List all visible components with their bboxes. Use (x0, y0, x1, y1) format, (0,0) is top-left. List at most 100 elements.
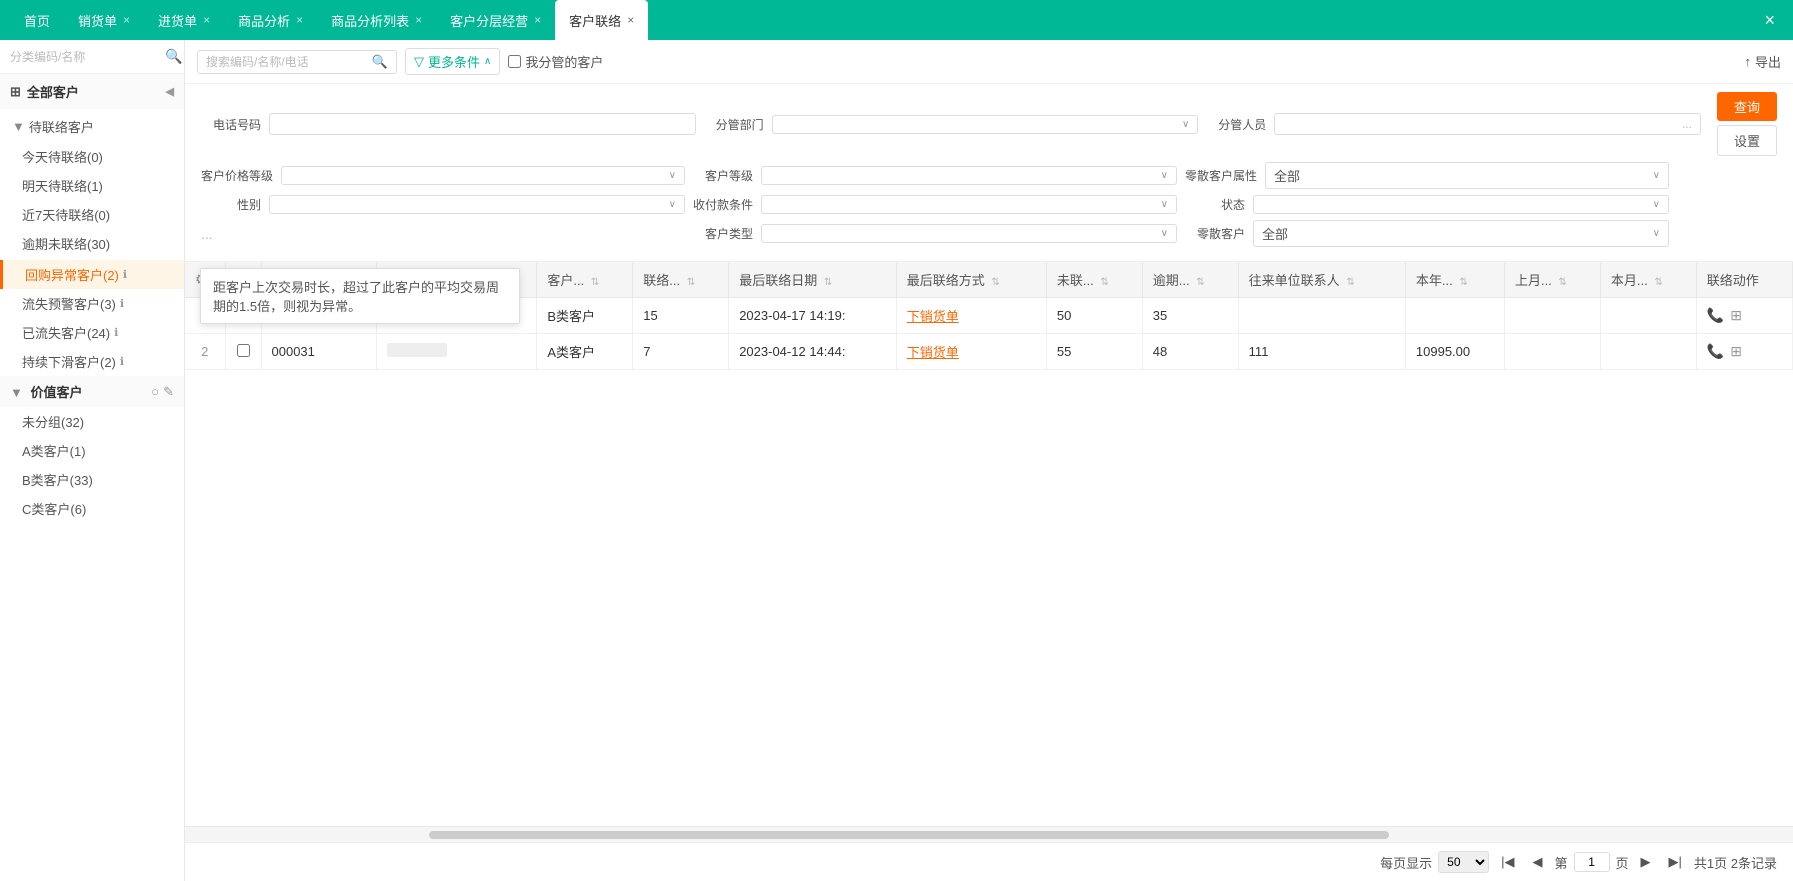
filter-subdept-cell: 分管部门 ∨ (704, 115, 1199, 134)
sidebar-waiting-contact-title[interactable]: ▼ 待联络客户 (0, 111, 184, 142)
filter-retail-customer-cell: 零散客户 全部 ∨ (1185, 220, 1669, 247)
sidebar-item-tomorrow[interactable]: 明天待联络(1) (0, 171, 184, 200)
sidebar-item-lost-risk[interactable]: 流失预警客户(3) ℹ (0, 289, 184, 318)
price-level-select[interactable]: ∨ (281, 166, 685, 185)
sort-last-month-icon[interactable]: ⇅ (1558, 277, 1566, 288)
retail-attr-select[interactable]: 全部 ∨ (1265, 162, 1669, 189)
td-not-contacted-1: 50 (1046, 298, 1142, 334)
method-link-1[interactable]: 下销货单 (907, 309, 959, 324)
filter-status-cell: 状态 ∨ (1185, 195, 1669, 214)
sidebar-item-unclassified[interactable]: 未分组(32) (0, 407, 184, 436)
th-action: 联络动作 (1696, 262, 1792, 298)
search-input[interactable] (206, 55, 372, 69)
filter-customerlevel-cell: 客户等级 ∨ (693, 166, 1177, 185)
action-phone-icon-1[interactable]: 📞 (1707, 307, 1724, 324)
close-customer-contact-icon[interactable]: × (627, 13, 634, 27)
my-customer-checkbox[interactable] (508, 55, 521, 68)
close-product-analysis-icon[interactable]: × (296, 13, 303, 27)
filter-more-dots[interactable]: ... (201, 226, 213, 242)
sidebar-all-customers[interactable]: ⊞ 全部客户 ◀ (0, 74, 184, 109)
next-page-button[interactable]: ▶ (1635, 852, 1657, 872)
status-select[interactable]: ∨ (1253, 195, 1669, 214)
window-close-button[interactable]: × (1756, 10, 1783, 31)
action-contact-icon-1[interactable]: ⊞ (1730, 307, 1742, 324)
nav-product-analysis-list[interactable]: 商品分析列表 × (317, 0, 436, 40)
nav-purchase-order[interactable]: 进货单 × (144, 0, 224, 40)
action-phone-icon-2[interactable]: 📞 (1707, 343, 1724, 360)
sort-not-contacted-icon[interactable]: ⇅ (1100, 277, 1108, 288)
horizontal-scrollbar[interactable] (185, 826, 1793, 842)
row-checkbox-2[interactable] (237, 344, 250, 357)
retail-customer-select[interactable]: 全部 ∨ (1253, 220, 1669, 247)
page-number-input[interactable] (1574, 852, 1610, 872)
sidebar-item-c-class[interactable]: C类客户(6) (0, 494, 184, 523)
sub-dept-select[interactable]: ∨ (772, 115, 1199, 134)
sort-date-icon[interactable]: ⇅ (824, 277, 832, 288)
first-page-button[interactable]: |◀ (1495, 852, 1520, 872)
sidebar-item-continuous-down[interactable]: 持续下滑客户(2) ℹ (0, 347, 184, 376)
sort-ctype-icon[interactable]: ⇅ (591, 277, 599, 288)
nav-home[interactable]: 首页 (10, 0, 64, 40)
td-not-contacted-2: 55 (1046, 334, 1142, 370)
query-button[interactable]: 查询 (1717, 92, 1777, 121)
data-table-container: ⚙ 客户编码 ⇅ 客户名称 ⇅ (185, 262, 1793, 826)
per-page-select[interactable]: 50 100 200 (1438, 851, 1489, 873)
sidebar-item-week[interactable]: 近7天待联络(0) (0, 200, 184, 229)
sidebar-search-input[interactable] (10, 50, 165, 64)
close-customer-tiered-icon[interactable]: × (534, 13, 541, 27)
nav-customer-contact[interactable]: 客户联络 × (555, 0, 648, 40)
more-conditions-button[interactable]: ▽ 更多条件 ∧ (405, 48, 500, 75)
sidebar-item-today[interactable]: 今天待联络(0) (0, 142, 184, 171)
toolbar-search-icon: 🔍 (372, 54, 388, 70)
price-level-arrow-icon: ∨ (669, 170, 676, 181)
td-checkbox-2 (225, 334, 261, 370)
td-last-method-2: 下销货单 (896, 334, 1046, 370)
h-scroll-thumb[interactable] (429, 831, 1389, 839)
th-this-year: 本年... ⇅ (1405, 262, 1504, 298)
method-link-2[interactable]: 下销货单 (907, 345, 959, 360)
top-navigation: 首页 销货单 × 进货单 × 商品分析 × 商品分析列表 × 客户分层经营 × … (0, 0, 1793, 40)
td-year-2: 10995.00 (1405, 334, 1504, 370)
pagination-bar: 每页显示 50 100 200 |◀ ◀ 第 页 ▶ ▶| 共1页 2条记录 (185, 842, 1793, 881)
close-sales-order-icon[interactable]: × (123, 13, 130, 27)
close-purchase-order-icon[interactable]: × (203, 13, 210, 27)
td-last-month-2 (1504, 334, 1600, 370)
sidebar-pencil-icon[interactable]: ✎ (163, 384, 174, 400)
last-page-button[interactable]: ▶| (1663, 852, 1688, 872)
close-product-analysis-list-icon[interactable]: × (415, 13, 422, 27)
sidebar-collapse-icon[interactable]: ◀ (166, 85, 174, 98)
toolbar: 🔍 ▽ 更多条件 ∧ 我分管的客户 ↑ 导出 (185, 40, 1793, 84)
prev-page-button[interactable]: ◀ (1527, 852, 1549, 872)
my-customer-checkbox-area[interactable]: 我分管的客户 (508, 52, 603, 71)
sort-overdue-icon[interactable]: ⇅ (1196, 277, 1204, 288)
setting-button[interactable]: 设置 (1717, 125, 1777, 156)
td-last-date-2: 2023-04-12 14:44: (729, 334, 897, 370)
sort-year-icon[interactable]: ⇅ (1459, 277, 1467, 288)
nav-product-analysis[interactable]: 商品分析 × (224, 0, 317, 40)
nav-sales-order[interactable]: 销货单 × (64, 0, 144, 40)
phone-input[interactable] (269, 113, 696, 135)
sort-method-icon[interactable]: ⇅ (991, 277, 999, 288)
sub-person-dots-icon: ... (1682, 117, 1692, 131)
sidebar-item-overdue[interactable]: 逾期未联络(30) (0, 229, 184, 258)
sidebar-item-repurchase-abnormal[interactable]: 回购异常客户(2) ℹ (0, 260, 184, 289)
customer-level-select[interactable]: ∨ (761, 166, 1177, 185)
gender-select[interactable]: ∨ (269, 195, 685, 214)
sidebar-item-a-class[interactable]: A类客户(1) (0, 436, 184, 465)
sidebar-triangle-icon: ▼ (10, 385, 23, 400)
sub-person-select[interactable]: ... (1274, 113, 1701, 135)
continuous-down-info-icon: ℹ (120, 355, 124, 368)
nav-customer-tiered[interactable]: 客户分层经营 × (436, 0, 555, 40)
payment-select[interactable]: ∨ (761, 195, 1177, 214)
action-contact-icon-2[interactable]: ⊞ (1730, 343, 1742, 360)
customer-type-select[interactable]: ∨ (761, 224, 1177, 243)
sort-contact-icon[interactable]: ⇅ (687, 277, 695, 288)
sort-person-icon[interactable]: ⇅ (1346, 277, 1354, 288)
export-button[interactable]: ↑ 导出 (1744, 52, 1781, 71)
filter-row-4: ... 客户类型 ∨ 零散客户 全部 ∨ (201, 220, 1777, 247)
sidebar-item-b-class[interactable]: B类客户(33) (0, 465, 184, 494)
sort-this-month-icon[interactable]: ⇅ (1654, 277, 1662, 288)
sidebar-item-already-lost[interactable]: 已流失客户(24) ℹ (0, 318, 184, 347)
sidebar-search-bar: 🔍 (0, 40, 184, 74)
sidebar-circle-icon[interactable]: ○ (151, 384, 159, 400)
